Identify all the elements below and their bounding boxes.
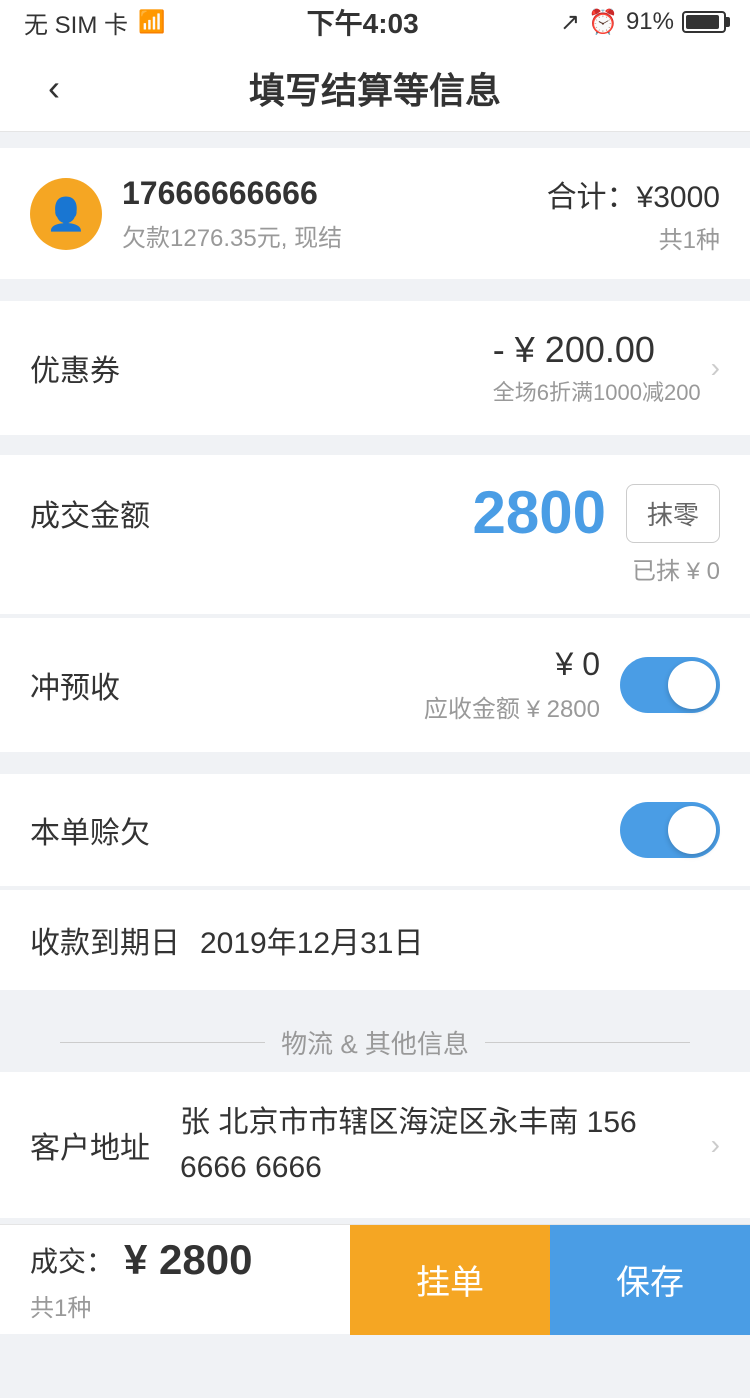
customer-info: 17666666666 欠款1276.35元, 现结 xyxy=(122,175,342,253)
bottom-count: 共1种 xyxy=(30,1288,320,1323)
logistics-divider: 物流 & 其他信息 xyxy=(0,1012,750,1072)
avatar-icon: 👤 xyxy=(46,195,86,233)
address-section[interactable]: 客户地址 张 北京市市辖区海淀区永丰南 156 6666 6666 › xyxy=(0,1072,750,1218)
precollect-section: 冲预收 ¥ 0 应收金额 ¥ 2800 xyxy=(0,618,750,752)
address-chevron-icon: › xyxy=(711,1129,720,1161)
coupon-info: - ¥ 200.00 全场6折满1000减200 xyxy=(493,329,701,407)
coupon-description: 全场6折满1000减200 xyxy=(493,375,701,407)
status-right: ↗ ⏰ 91% xyxy=(560,8,726,37)
bottom-deal-row: 成交： ¥ 2800 xyxy=(30,1236,320,1284)
deal-amount-row: 成交金额 2800 抹零 xyxy=(30,483,720,543)
coupon-label: 优惠券 xyxy=(30,346,120,390)
divider-5 xyxy=(0,886,750,888)
customer-total: 合计：¥3000 xyxy=(547,172,720,216)
duedate-section: 收款到期日 2019年12月31日 xyxy=(0,890,750,990)
nav-bar: ‹ 填写结算等信息 xyxy=(0,44,750,132)
bottom-bar: 成交： ¥ 2800 共1种 挂单 保存 xyxy=(0,1224,750,1334)
status-time: 下午4:03 xyxy=(307,2,419,42)
battery-fill xyxy=(686,15,719,29)
battery-percent: 91% xyxy=(626,8,674,36)
debt-section: 本单赊欠 xyxy=(0,774,750,886)
bottom-deal-amount: ¥ 2800 xyxy=(124,1236,252,1284)
customer-count: 共1种 xyxy=(547,220,720,255)
precollect-toggle-knob xyxy=(668,661,716,709)
coupon-right: - ¥ 200.00 全场6折满1000减200 › xyxy=(493,329,720,407)
divider-6 xyxy=(0,990,750,1010)
precollect-sub: 应收金额 ¥ 2800 xyxy=(424,689,600,724)
duedate-label: 收款到期日 xyxy=(30,918,180,962)
divider-3 xyxy=(0,614,750,616)
coupon-chevron-icon: › xyxy=(711,352,720,384)
precollect-row: 冲预收 ¥ 0 应收金额 ¥ 2800 xyxy=(30,646,720,724)
debt-toggle-knob xyxy=(668,806,716,854)
divider-2 xyxy=(0,435,750,455)
alarm-icon: ⏰ xyxy=(588,8,618,37)
deal-amount-right: 2800 抹零 xyxy=(473,483,721,543)
debt-label: 本单赊欠 xyxy=(30,808,150,852)
deal-amount-section: 成交金额 2800 抹零 已抹 ¥ 0 xyxy=(0,455,750,614)
deal-amount-value: 2800 xyxy=(473,483,606,543)
customer-debt: 欠款1276.35元, 现结 xyxy=(122,218,342,253)
deal-sub-text: 已抹 ¥ 0 xyxy=(30,551,720,586)
round-button[interactable]: 抹零 xyxy=(626,484,720,543)
customer-phone: 17666666666 xyxy=(122,175,342,212)
address-value: 张 北京市市辖区海淀区永丰南 156 6666 6666 xyxy=(180,1100,711,1190)
duedate-value: 2019年12月31日 xyxy=(200,918,423,962)
logistics-label: 物流 & 其他信息 xyxy=(281,1024,469,1061)
divider-1 xyxy=(0,279,750,299)
avatar: 👤 xyxy=(30,178,102,250)
divider-4 xyxy=(0,752,750,772)
bottom-deal-label: 成交： xyxy=(30,1240,114,1280)
precollect-amount: ¥ 0 xyxy=(424,646,600,683)
customer-left: 👤 17666666666 欠款1276.35元, 现结 xyxy=(30,175,342,253)
status-bar: 无 SIM 卡 📶 下午4:03 ↗ ⏰ 91% xyxy=(0,0,750,44)
carrier-text: 无 SIM 卡 xyxy=(24,5,128,40)
back-button[interactable]: ‹ xyxy=(24,58,84,118)
location-icon: ↗ xyxy=(560,8,580,37)
battery-icon xyxy=(682,11,726,33)
coupon-row[interactable]: 优惠券 - ¥ 200.00 全场6折满1000减200 › xyxy=(0,301,750,435)
customer-right: 合计：¥3000 共1种 xyxy=(547,172,720,255)
logistics-line: 物流 & 其他信息 xyxy=(0,1024,750,1061)
save-button[interactable]: 保存 xyxy=(550,1225,750,1335)
duedate-row: 收款到期日 2019年12月31日 xyxy=(30,918,720,962)
wifi-icon: 📶 xyxy=(138,9,165,35)
customer-section: 👤 17666666666 欠款1276.35元, 现结 合计：¥3000 共1… xyxy=(0,148,750,279)
bottom-summary: 成交： ¥ 2800 共1种 xyxy=(0,1236,350,1323)
precollect-info: ¥ 0 应收金额 ¥ 2800 xyxy=(424,646,600,724)
precollect-label: 冲预收 xyxy=(30,663,120,707)
precollect-toggle[interactable] xyxy=(620,657,720,713)
page-title: 填写结算等信息 xyxy=(249,62,501,114)
status-left: 无 SIM 卡 📶 xyxy=(24,5,165,40)
deal-amount-label: 成交金额 xyxy=(30,491,150,535)
coupon-discount: - ¥ 200.00 xyxy=(493,329,701,371)
precollect-right: ¥ 0 应收金额 ¥ 2800 xyxy=(424,646,720,724)
debt-toggle[interactable] xyxy=(620,802,720,858)
pending-button[interactable]: 挂单 xyxy=(350,1225,550,1335)
address-label: 客户地址 xyxy=(30,1123,150,1167)
